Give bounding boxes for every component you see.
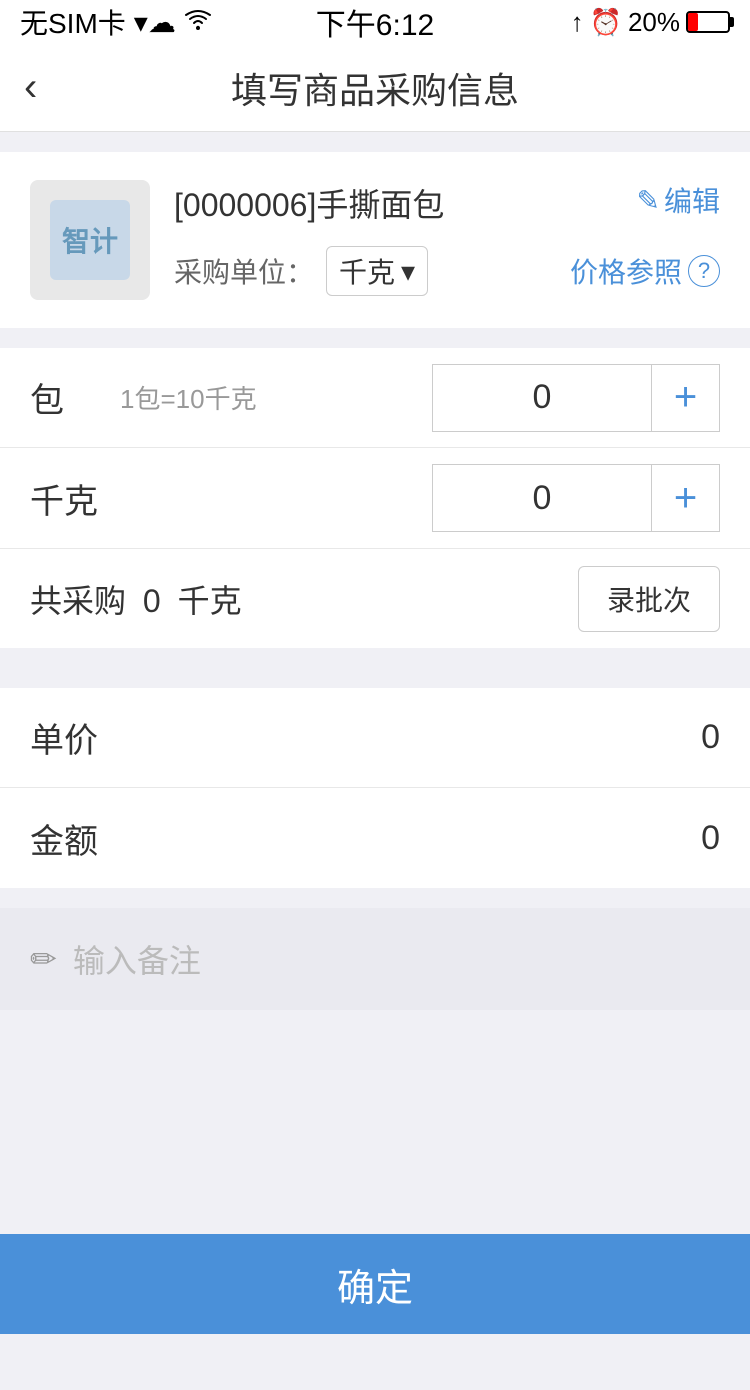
dropdown-arrow-icon: ▾ [401,255,415,288]
status-time: 下午6:12 [316,0,434,44]
battery-text: 20% [628,7,680,38]
product-logo: 智计 [50,200,130,280]
battery-icon [686,11,730,33]
batch-button[interactable]: 录批次 [578,566,720,632]
purchase-unit-row: 采购单位： 千克 ▾ 价格参照 ? [174,246,720,296]
qty-input-kg[interactable] [432,464,652,532]
back-button[interactable]: ‹ [24,65,37,110]
plus-button-bao[interactable]: + [652,364,720,432]
price-row-unit: 单价 0 [0,688,750,788]
product-header: [0000006]手撕面包 ✎ 编辑 [174,180,720,226]
notes-input[interactable]: 输入备注 [73,936,201,982]
quantity-input-section: 包 1包=10千克 + 千克 + [0,348,750,548]
input-right-kg: + [432,464,720,532]
input-label-kg: 千克 [30,474,110,523]
wifi-signal [184,6,212,38]
confirm-button-label: 确定 [337,1257,413,1312]
product-name: [0000006]手撕面包 [174,180,444,226]
product-card: 智计 [0000006]手撕面包 ✎ 编辑 采购单位： 千克 ▾ 价格参照 ? [0,152,750,328]
price-value-unit: 0 [701,718,720,757]
price-value-amount: 0 [701,819,720,858]
status-left: 无SIM卡 ▾☁ [20,2,212,42]
price-label-amount: 金额 [30,814,98,863]
status-bar: 无SIM卡 ▾☁ 下午6:12 ↑ ⏰ 20% [0,0,750,44]
alarm-icon: ⏰ [590,7,622,38]
total-suffix: 千克 [178,583,242,619]
pencil-icon: ✏ [30,940,57,978]
price-ref-help-icon: ? [688,255,720,287]
product-info: [0000006]手撕面包 ✎ 编辑 采购单位： 千克 ▾ 价格参照 ? [174,180,720,296]
total-row: 共采购 0 千克 录批次 [0,548,750,648]
purchase-unit-label: 采购单位： [174,251,314,291]
edit-label: 编辑 [664,180,720,220]
plus-button-kg[interactable]: + [652,464,720,532]
page-title: 填写商品采购信息 [231,62,519,114]
product-image: 智计 [30,180,150,300]
price-ref-button[interactable]: 价格参照 ? [570,251,720,291]
confirm-button[interactable]: 确定 [0,1234,750,1334]
location-icon: ↑ [571,7,584,38]
edit-button[interactable]: ✎ 编辑 [637,180,720,220]
unit-value: 千克 [339,251,395,291]
total-text: 共采购 0 千克 [30,576,242,622]
price-section: 单价 0 金额 0 [0,688,750,888]
price-ref-label: 价格参照 [570,251,682,291]
input-row-bao: 包 1包=10千克 + [0,348,750,448]
price-row-amount: 金额 0 [0,788,750,888]
notes-section[interactable]: ✏ 输入备注 [0,908,750,1010]
total-prefix: 共采购 [30,583,126,619]
section-divider-1 [0,328,750,348]
section-divider-2 [0,648,750,668]
input-sublabel-bao: 1包=10千克 [120,379,257,416]
carrier-text: 无SIM卡 [20,2,126,42]
wifi-icon: ▾☁ [134,6,176,39]
unit-select[interactable]: 千克 ▾ [326,246,428,296]
status-right: ↑ ⏰ 20% [571,7,730,38]
input-label-bao: 包 [30,373,110,422]
price-label-unit: 单价 [30,713,98,762]
nav-bar: ‹ 填写商品采购信息 [0,44,750,132]
input-row-kg: 千克 + [0,448,750,548]
qty-input-bao[interactable] [432,364,652,432]
input-right-bao: + [432,364,720,432]
edit-icon: ✎ [637,184,660,217]
total-value: 0 [143,583,161,619]
